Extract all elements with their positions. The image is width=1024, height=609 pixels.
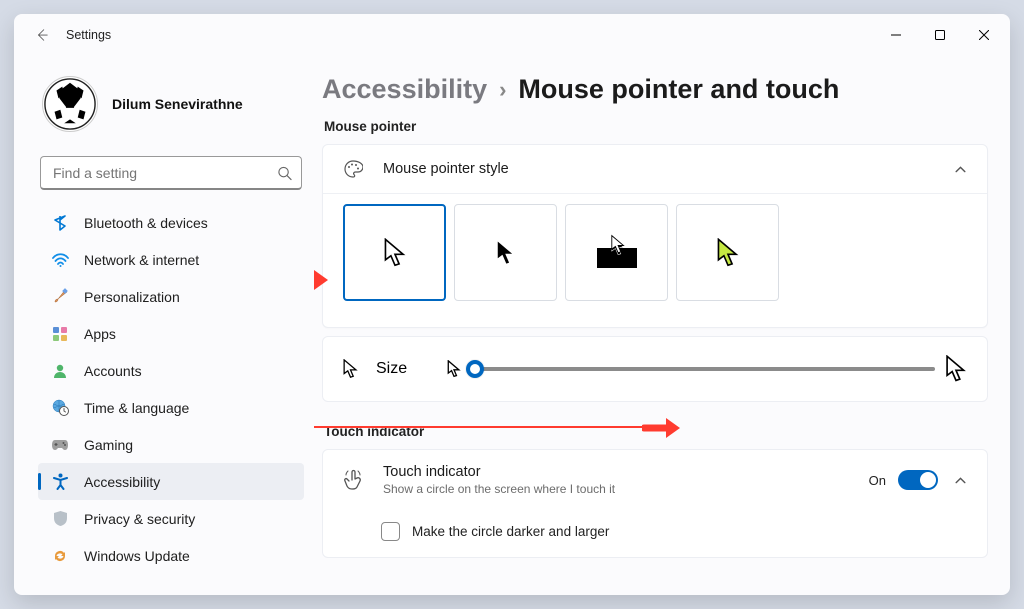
profile[interactable]: Dilum Senevirathne [38,68,304,148]
touch-subtitle: Show a circle on the screen where I touc… [383,482,615,496]
sidebar-item-label: Time & language [84,400,189,416]
cursor-small-icon [343,359,358,379]
shield-icon [50,509,70,529]
cursor-max-icon [945,355,967,383]
maximize-button[interactable] [918,19,962,51]
apps-icon [50,324,70,344]
sidebar-item-label: Gaming [84,437,133,453]
touch-icon [343,469,365,491]
bluetooth-icon [50,213,70,233]
darker-larger-checkbox[interactable] [381,522,400,541]
sidebar-item-accounts[interactable]: Accounts [38,352,304,389]
touch-checkbox-row[interactable]: Make the circle darker and larger [323,510,987,557]
content: Accessibility › Mouse pointer and touch … [314,56,1010,595]
sidebar-item-label: Privacy & security [84,511,195,527]
touch-title: Touch indicator [383,464,615,480]
section-touch-indicator: Touch indicator [324,424,988,439]
breadcrumb-current: Mouse pointer and touch [518,74,839,105]
sidebar-item-network[interactable]: Network & internet [38,241,304,278]
titlebar: Settings [14,14,1010,56]
touch-toggle[interactable] [898,470,938,490]
sidebar-item-bluetooth[interactable]: Bluetooth & devices [38,204,304,241]
sidebar-item-label: Personalization [84,289,180,305]
pointer-style-white[interactable] [343,204,446,301]
search-icon [277,166,292,181]
chevron-up-icon [954,474,967,487]
size-slider[interactable] [471,367,935,371]
pointer-style-options [323,193,987,327]
search-box[interactable] [40,156,302,190]
sidebar-item-label: Accounts [84,363,142,379]
sidebar-item-label: Apps [84,326,116,342]
accessibility-icon [50,472,70,492]
nav: Bluetooth & devices Network & internet P… [38,204,304,595]
window-title: Settings [66,28,111,42]
chevron-up-icon [954,163,967,176]
sidebar-item-label: Bluetooth & devices [84,215,208,231]
section-mouse-pointer: Mouse pointer [324,119,988,134]
sidebar-item-time[interactable]: Time & language [38,389,304,426]
paintbrush-icon [50,287,70,307]
touch-indicator-card: Touch indicator Show a circle on the scr… [322,449,988,558]
settings-window: Settings Dilum Senevirat [14,14,1010,595]
sidebar-item-personalization[interactable]: Personalization [38,278,304,315]
gamepad-icon [50,435,70,455]
sidebar-item-gaming[interactable]: Gaming [38,426,304,463]
pointer-style-inverted[interactable] [565,204,668,301]
person-icon [50,361,70,381]
window-controls [874,19,1006,51]
wifi-icon [50,250,70,270]
breadcrumb: Accessibility › Mouse pointer and touch [322,74,988,105]
sidebar-item-label: Network & internet [84,252,199,268]
sidebar-item-accessibility[interactable]: Accessibility [38,463,304,500]
palette-icon [343,159,365,179]
size-label: Size [376,360,407,378]
pointer-style-title: Mouse pointer style [383,161,509,177]
profile-name: Dilum Senevirathne [112,96,243,112]
sidebar-item-privacy[interactable]: Privacy & security [38,500,304,537]
chevron-right-icon: › [499,77,506,103]
toggle-state: On [869,473,886,488]
pointer-style-header[interactable]: Mouse pointer style [323,145,987,193]
checkbox-label: Make the circle darker and larger [412,524,609,539]
pointer-style-custom[interactable] [676,204,779,301]
sidebar-item-update[interactable]: Windows Update [38,537,304,574]
sidebar: Dilum Senevirathne Bluetooth & devices N… [14,56,314,595]
pointer-style-black[interactable] [454,204,557,301]
pointer-style-card: Mouse pointer style [322,144,988,328]
sidebar-item-apps[interactable]: Apps [38,315,304,352]
pointer-size-row: Size [322,336,988,402]
avatar [42,76,98,132]
update-icon [50,546,70,566]
sidebar-item-label: Accessibility [84,474,160,490]
slider-thumb[interactable] [466,360,484,378]
globe-clock-icon [50,398,70,418]
back-button[interactable] [26,19,58,51]
search-input[interactable] [40,156,302,190]
minimize-button[interactable] [874,19,918,51]
size-slider-group [447,355,967,383]
sidebar-item-label: Windows Update [84,548,190,564]
touch-indicator-row[interactable]: Touch indicator Show a circle on the scr… [323,450,987,510]
cursor-min-icon [447,360,461,378]
breadcrumb-parent[interactable]: Accessibility [322,74,487,105]
close-button[interactable] [962,19,1006,51]
